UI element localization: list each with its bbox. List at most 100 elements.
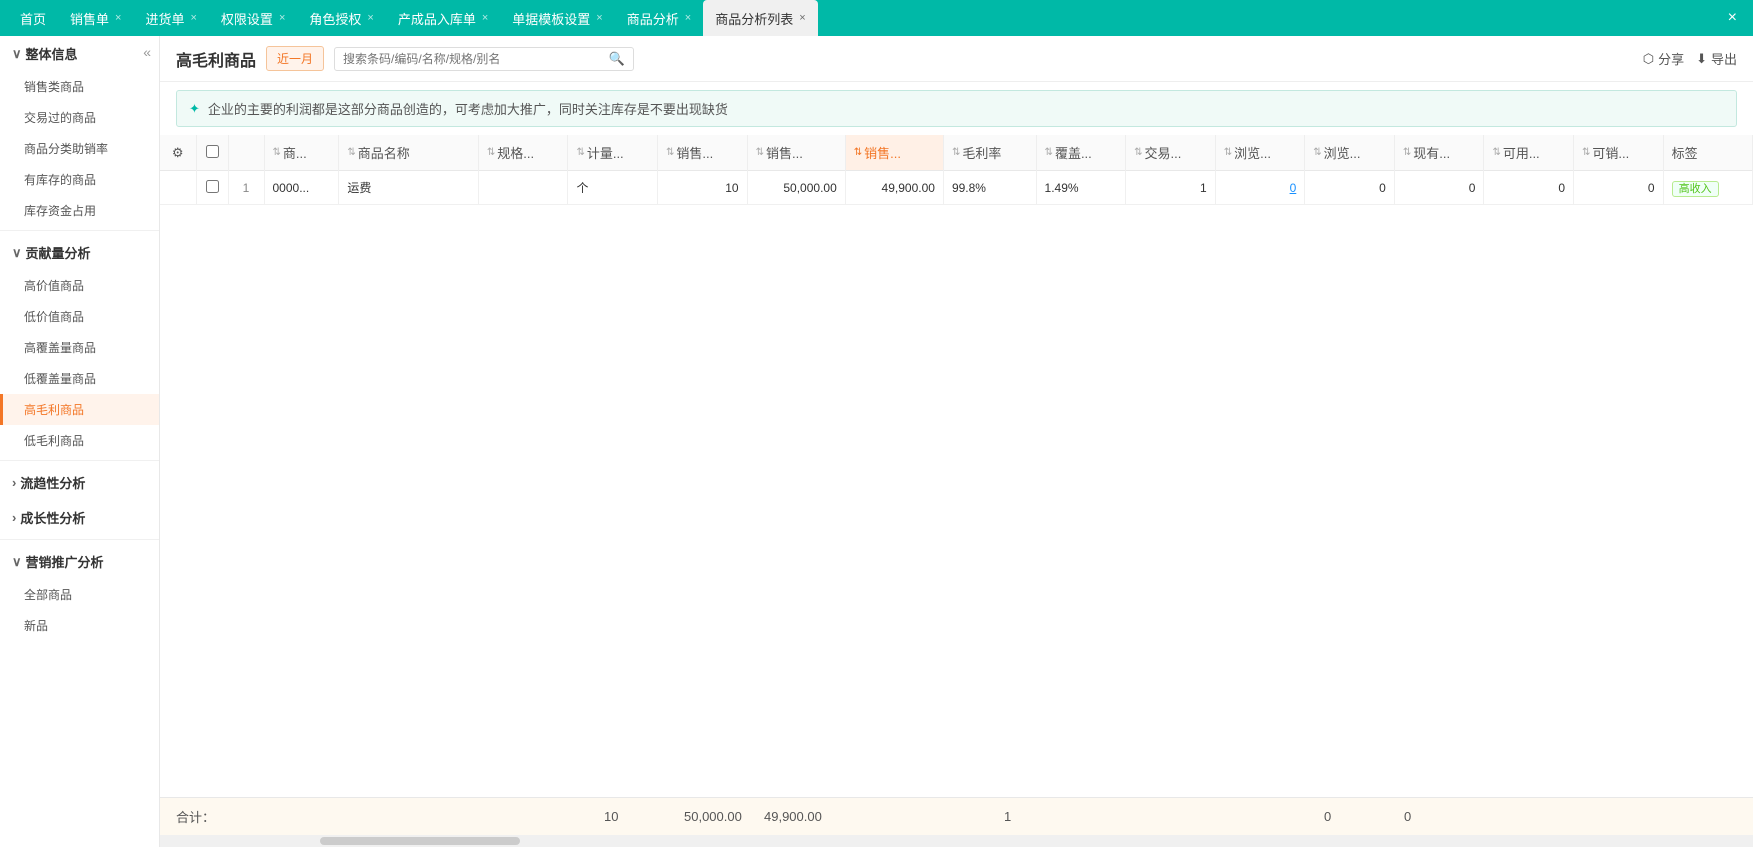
col-stock-qty: ⇅现有... [1394, 135, 1484, 171]
sidebar-item-high-margin[interactable]: 高毛利商品 [0, 394, 159, 425]
page-title: 高毛利商品 [176, 47, 256, 71]
footer-cell-empty1 [836, 809, 916, 824]
sidebar-item-traded-goods[interactable]: 交易过的商品 [0, 102, 159, 133]
nav-tab-template[interactable]: 单据模板设置 × [500, 0, 614, 36]
sidebar-section-growth[interactable]: › 成长性分析 [0, 500, 159, 535]
col-sales-amt: ⇅销售... [747, 135, 845, 171]
arrow-icon-5: ∨ [12, 554, 22, 570]
content-header: 高毛利商品 近一月 🔍 ⬡ 分享 ⬇ 导出 [160, 36, 1753, 82]
sidebar-item-category-rate[interactable]: 商品分类助销率 [0, 133, 159, 164]
sidebar-section-contribution[interactable]: ∨ 贡献量分析 [0, 235, 159, 270]
col-no [228, 135, 264, 171]
settings-icon[interactable]: ⚙ [172, 145, 184, 160]
sidebar-item-high-coverage[interactable]: 高覆盖量商品 [0, 332, 159, 363]
data-table: ⚙ ⇅商... ⇅商品名称 ⇅规格... [160, 135, 1753, 205]
cell-no: 1 [228, 171, 264, 205]
sidebar-section-marketing[interactable]: ∨ 营销推广分析 [0, 544, 159, 579]
content-area: 高毛利商品 近一月 🔍 ⬡ 分享 ⬇ 导出 ✦ 企业的主要的利润都是这部分商品创… [160, 36, 1753, 847]
nav-tab-purchase[interactable]: 进货单 × [133, 0, 208, 36]
cell-code: 0000... [264, 171, 339, 205]
filter-recent-month-button[interactable]: 近一月 [266, 46, 324, 71]
footer-cell-avail: 0 [1316, 809, 1396, 824]
footer-cell-empty3 [1076, 809, 1156, 824]
sidebar-section-overall[interactable]: ∨ 整体信息 [0, 36, 159, 71]
sidebar-section-trend[interactable]: › 流趋性分析 [0, 465, 159, 500]
sidebar-divider-2 [0, 460, 159, 461]
col-spec: ⇅规格... [478, 135, 568, 171]
table-wrapper[interactable]: ⚙ ⇅商... ⇅商品名称 ⇅规格... [160, 135, 1753, 797]
row-checkbox[interactable] [206, 180, 219, 193]
sidebar-item-low-coverage[interactable]: 低覆盖量商品 [0, 363, 159, 394]
sidebar: « ∨ 整体信息 销售类商品 交易过的商品 商品分类助销率 有库存的商品 库存资… [0, 36, 160, 847]
nav-tab-template-close[interactable]: × [596, 12, 602, 24]
nav-tab-sales[interactable]: 销售单 × [58, 0, 133, 36]
sidebar-item-in-stock-goods[interactable]: 有库存的商品 [0, 164, 159, 195]
col-trade: ⇅交易... [1126, 135, 1216, 171]
cell-settings [160, 171, 196, 205]
info-icon: ✦ [189, 101, 200, 117]
tag-badge: 高收入 [1672, 181, 1719, 197]
footer-cell-sales-amt: 50,000.00 [676, 809, 756, 824]
col-name: ⇅商品名称 [339, 135, 478, 171]
scrollbar-thumb[interactable] [320, 837, 520, 845]
footer-cells: 10 50,000.00 49,900.00 1 0 0 [256, 809, 1737, 824]
nav-tab-product-analysis-list[interactable]: 商品分析列表 × [703, 0, 817, 36]
sidebar-item-low-value[interactable]: 低价值商品 [0, 301, 159, 332]
nav-tab-permission-close[interactable]: × [279, 12, 285, 24]
cell-tag: 高收入 [1663, 171, 1752, 205]
search-box: 🔍 [334, 47, 634, 71]
cell-stock-qty: 0 [1394, 171, 1484, 205]
footer-cell-empty5 [1236, 809, 1316, 824]
nav-tab-product-instock[interactable]: 产成品入库单 × [386, 0, 500, 36]
col-sales-profit: ⇅销售... [845, 135, 943, 171]
cell-coverage: 1.49% [1036, 171, 1126, 205]
col-gross-rate: ⇅毛利率 [943, 135, 1036, 171]
cell-sales-profit: 49,900.00 [845, 171, 943, 205]
nav-tab-product-analysis-close[interactable]: × [685, 12, 691, 24]
table-row: 1 0000... 运费 个 10 50,000.00 49,900.00 99… [160, 171, 1753, 205]
sidebar-divider-3 [0, 539, 159, 540]
nav-tab-product-analysis[interactable]: 商品分析 × [615, 0, 703, 36]
nav-tab-sales-close[interactable]: × [115, 12, 121, 24]
nav-tab-product-instock-close[interactable]: × [482, 12, 488, 24]
export-icon: ⬇ [1696, 51, 1707, 67]
col-settings[interactable]: ⚙ [160, 135, 196, 171]
footer-cell-empty2 [916, 809, 996, 824]
cell-browse1[interactable]: 0 [1215, 171, 1305, 205]
sidebar-item-high-value[interactable]: 高价值商品 [0, 270, 159, 301]
cell-name: 运费 [339, 171, 478, 205]
sidebar-item-sales-goods[interactable]: 销售类商品 [0, 71, 159, 102]
sidebar-collapse-button[interactable]: « [143, 44, 151, 60]
export-button[interactable]: ⬇ 导出 [1696, 49, 1737, 68]
sidebar-item-new-goods[interactable]: 新品 [0, 610, 159, 641]
cell-gross-rate: 99.8% [943, 171, 1036, 205]
sidebar-item-all-goods[interactable]: 全部商品 [0, 579, 159, 610]
info-banner-text: 企业的主要的利润都是这部分商品创造的，可考虑加大推广，同时关注库存是不要出现缺货 [208, 99, 728, 118]
share-button[interactable]: ⬡ 分享 [1643, 49, 1684, 68]
nav-tab-purchase-close[interactable]: × [190, 12, 196, 24]
cell-checkbox[interactable] [196, 171, 228, 205]
window-close-button[interactable]: × [1720, 9, 1745, 27]
nav-tab-role[interactable]: 角色授权 × [297, 0, 385, 36]
col-browse1: ⇅浏览... [1215, 135, 1305, 171]
nav-tab-product-analysis-list-close[interactable]: × [799, 12, 805, 24]
arrow-icon-4: › [12, 510, 16, 525]
col-checkbox[interactable] [196, 135, 228, 171]
horizontal-scrollbar[interactable] [160, 835, 1753, 847]
arrow-icon-3: › [12, 475, 16, 490]
info-banner: ✦ 企业的主要的利润都是这部分商品创造的，可考虑加大推广，同时关注库存是不要出现… [176, 90, 1737, 127]
cell-unit: 个 [568, 171, 658, 205]
top-nav: 首页 销售单 × 进货单 × 权限设置 × 角色授权 × 产成品入库单 × 单据… [0, 0, 1753, 36]
nav-tab-home[interactable]: 首页 [8, 0, 58, 36]
sidebar-item-low-margin[interactable]: 低毛利商品 [0, 425, 159, 456]
search-icon[interactable]: 🔍 [609, 51, 625, 67]
col-code: ⇅商... [264, 135, 339, 171]
footer-total: 合计： 10 50,000.00 49,900.00 1 0 0 [160, 797, 1753, 835]
select-all-checkbox[interactable] [206, 145, 219, 158]
sidebar-item-stock-capital[interactable]: 库存资金占用 [0, 195, 159, 226]
nav-tab-permission[interactable]: 权限设置 × [209, 0, 297, 36]
nav-tab-role-close[interactable]: × [367, 12, 373, 24]
search-input[interactable] [343, 52, 609, 66]
header-actions: ⬡ 分享 ⬇ 导出 [1643, 49, 1737, 68]
cell-avail-qty: 0 [1484, 171, 1574, 205]
